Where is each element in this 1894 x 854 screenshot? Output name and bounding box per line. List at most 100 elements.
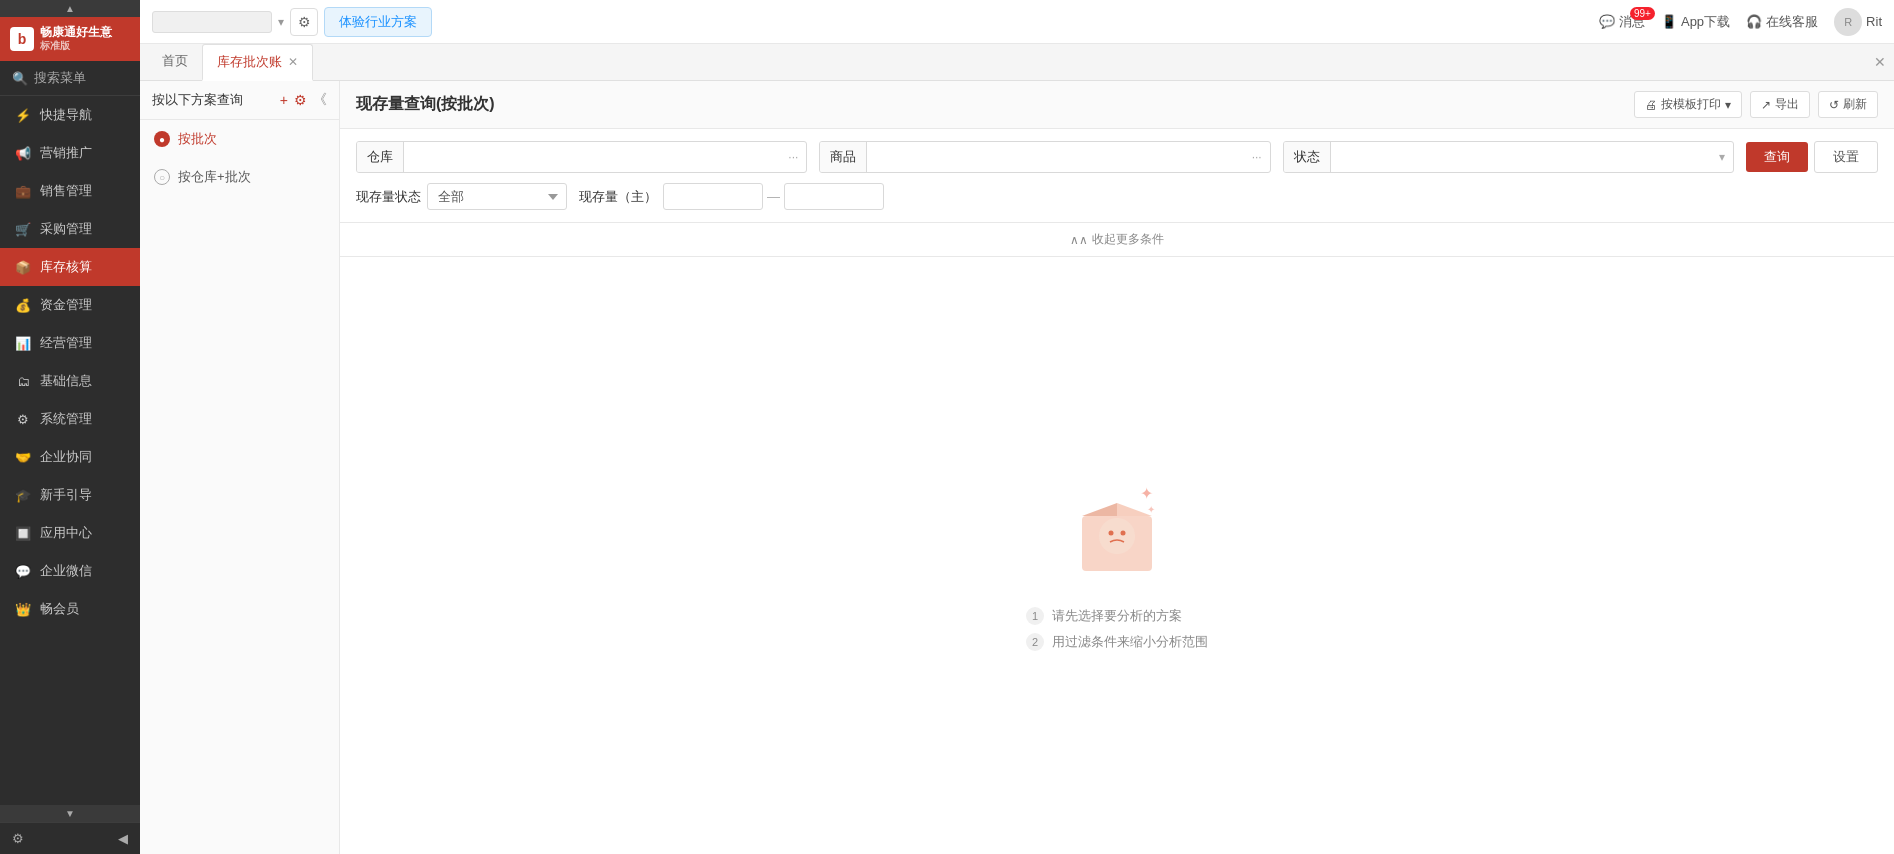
filter-item-dot-inactive: ○ <box>154 169 170 185</box>
filter-item-dot-active: ● <box>154 131 170 147</box>
tip-text-1: 请先选择要分析的方案 <box>1052 607 1182 625</box>
sidebar-collapse-btn[interactable]: ◀ <box>118 831 128 846</box>
refresh-btn[interactable]: ↺ 刷新 <box>1818 91 1878 118</box>
inventory-status-field: 现存量状态 全部 正常 预警 <box>356 183 567 210</box>
filter-add-btn[interactable]: + <box>280 92 288 108</box>
collapse-label: 收起更多条件 <box>1092 231 1164 248</box>
sidebar-item-wechat[interactable]: 💬 企业微信 <box>0 552 140 590</box>
sidebar-nav: ⚡ 快捷导航 📢 营销推广 💼 销售管理 🛒 采购管理 📦 库存核算 💰 资金管… <box>0 96 140 805</box>
apps-icon: 🔲 <box>14 524 32 542</box>
export-btn[interactable]: ↗ 导出 <box>1750 91 1810 118</box>
print-label: 按模板打印 <box>1661 96 1721 113</box>
sidebar-item-enterprise[interactable]: 🤝 企业协同 <box>0 438 140 476</box>
product-field: 商品 ··· <box>819 141 1270 173</box>
filter-settings-btn[interactable]: ⚙ <box>294 92 307 108</box>
empty-illustration: ✦ ✦ <box>1052 461 1182 591</box>
member-icon: 👑 <box>14 600 32 618</box>
notifications-btn[interactable]: 💬 消息 99+ <box>1599 13 1645 31</box>
sidebar-item-sales[interactable]: 💼 销售管理 <box>0 172 140 210</box>
export-icon: ↗ <box>1761 98 1771 112</box>
print-template-btn[interactable]: 🖨 按模板打印 ▾ <box>1634 91 1742 118</box>
status-input[interactable] <box>1331 144 1711 171</box>
filter-item-by-batch[interactable]: ● 按批次 <box>140 120 339 158</box>
nav-label: 系统管理 <box>40 410 92 428</box>
empty-tip-1: 1 请先选择要分析的方案 <box>1026 607 1208 625</box>
nav-label: 应用中心 <box>40 524 92 542</box>
sidebar-scroll-up[interactable]: ▲ <box>0 0 140 17</box>
sidebar-item-member[interactable]: 👑 畅会员 <box>0 590 140 628</box>
sidebar-search-label: 搜索菜单 <box>34 69 86 87</box>
filter-collapse-btn[interactable]: 《 <box>313 91 327 109</box>
basic-icon: 🗂 <box>14 372 32 390</box>
product-action-icon[interactable]: ··· <box>1244 144 1270 170</box>
nav-label: 经营管理 <box>40 334 92 352</box>
sidebar-item-newbie[interactable]: 🎓 新手引导 <box>0 476 140 514</box>
nav-label: 基础信息 <box>40 372 92 390</box>
user-profile-btn[interactable]: R Rit <box>1834 8 1882 36</box>
status-field: 状态 ▾ <box>1283 141 1734 173</box>
app-title-group: 畅康通好生意 标准版 <box>40 25 112 53</box>
try-industry-btn[interactable]: 体验行业方案 <box>324 7 432 37</box>
shortcut-icon: ⚡ <box>14 106 32 124</box>
sidebar-item-inventory[interactable]: 📦 库存核算 <box>0 248 140 286</box>
nav-label: 快捷导航 <box>40 106 92 124</box>
warehouse-input[interactable] <box>404 144 780 171</box>
sidebar-item-apps[interactable]: 🔲 应用中心 <box>0 514 140 552</box>
sidebar-item-marketing[interactable]: 📢 营销推广 <box>0 134 140 172</box>
product-label: 商品 <box>820 142 867 172</box>
online-service-label: 在线客服 <box>1766 13 1818 31</box>
topbar-settings-btn[interactable]: ⚙ <box>290 8 318 36</box>
tab-home[interactable]: 首页 <box>148 44 202 80</box>
breadcrumb-chevron-icon[interactable]: ▾ <box>278 15 284 29</box>
sidebar-item-basic[interactable]: 🗂 基础信息 <box>0 362 140 400</box>
tab-close-icon[interactable]: ✕ <box>288 56 298 68</box>
tab-bar-close-icon[interactable]: ✕ <box>1874 54 1886 70</box>
query-btn-group: 查询 设置 <box>1746 141 1878 173</box>
marketing-icon: 📢 <box>14 144 32 162</box>
sidebar-scroll-down[interactable]: ▼ <box>0 805 140 822</box>
online-service-btn[interactable]: 🎧 在线客服 <box>1746 13 1818 31</box>
breadcrumb-input[interactable] <box>152 11 272 33</box>
headset-icon: 🎧 <box>1746 14 1762 29</box>
tab-batch-inventory[interactable]: 库存批次账 ✕ <box>202 44 313 81</box>
sidebar-item-system[interactable]: ⚙ 系统管理 <box>0 400 140 438</box>
nav-label: 销售管理 <box>40 182 92 200</box>
sidebar-item-operations[interactable]: 📊 经营管理 <box>0 324 140 362</box>
page-header: 现存量查询(按批次) 🖨 按模板打印 ▾ ↗ 导出 ↺ 刷新 <box>340 81 1894 129</box>
sidebar-search[interactable]: 🔍 搜索菜单 <box>0 61 140 96</box>
sidebar-footer: ⚙ ◀ <box>0 822 140 854</box>
inventory-status-label: 现存量状态 <box>356 188 421 206</box>
svg-text:✦: ✦ <box>1147 504 1155 515</box>
inventory-qty-range: — <box>663 183 884 210</box>
status-dropdown-icon[interactable]: ▾ <box>1711 144 1733 170</box>
inventory-qty-min-input[interactable] <box>663 183 763 210</box>
nav-label: 库存核算 <box>40 258 92 276</box>
tip-text-2: 用过滤条件来缩小分析范围 <box>1052 633 1208 651</box>
empty-state: ✦ ✦ 1 请先选择要分析的方案 2 用过滤条件来缩小分析范围 <box>340 257 1894 854</box>
refresh-icon: ↺ <box>1829 98 1839 112</box>
sidebar-item-purchase[interactable]: 🛒 采购管理 <box>0 210 140 248</box>
user-avatar: R <box>1834 8 1862 36</box>
query-form: 仓库 ··· 商品 ··· 状态 ▾ <box>340 129 1894 223</box>
warehouse-action-icon[interactable]: ··· <box>780 144 806 170</box>
sidebar-settings-btn[interactable]: ⚙ <box>12 831 24 846</box>
finance-icon: 💰 <box>14 296 32 314</box>
query-settings-btn[interactable]: 设置 <box>1814 141 1878 173</box>
sales-icon: 💼 <box>14 182 32 200</box>
operations-icon: 📊 <box>14 334 32 352</box>
warehouse-field: 仓库 ··· <box>356 141 807 173</box>
wechat-icon: 💬 <box>14 562 32 580</box>
product-input[interactable] <box>867 144 1243 171</box>
app-download-btn[interactable]: 📱 App下载 <box>1661 13 1730 31</box>
collapse-more-btn[interactable]: ∧∧ 收起更多条件 <box>1070 231 1164 248</box>
query-btn[interactable]: 查询 <box>1746 142 1808 172</box>
nav-label: 企业协同 <box>40 448 92 466</box>
inventory-qty-max-input[interactable] <box>784 183 884 210</box>
filter-item-by-warehouse-batch[interactable]: ○ 按仓库+批次 <box>140 158 339 196</box>
sidebar-item-finance[interactable]: 💰 资金管理 <box>0 286 140 324</box>
sidebar-item-shortcut[interactable]: ⚡ 快捷导航 <box>0 96 140 134</box>
inventory-status-select[interactable]: 全部 正常 预警 <box>427 183 567 210</box>
inventory-icon: 📦 <box>14 258 32 276</box>
page-title: 现存量查询(按批次) <box>356 94 495 115</box>
tab-home-label: 首页 <box>162 52 188 70</box>
